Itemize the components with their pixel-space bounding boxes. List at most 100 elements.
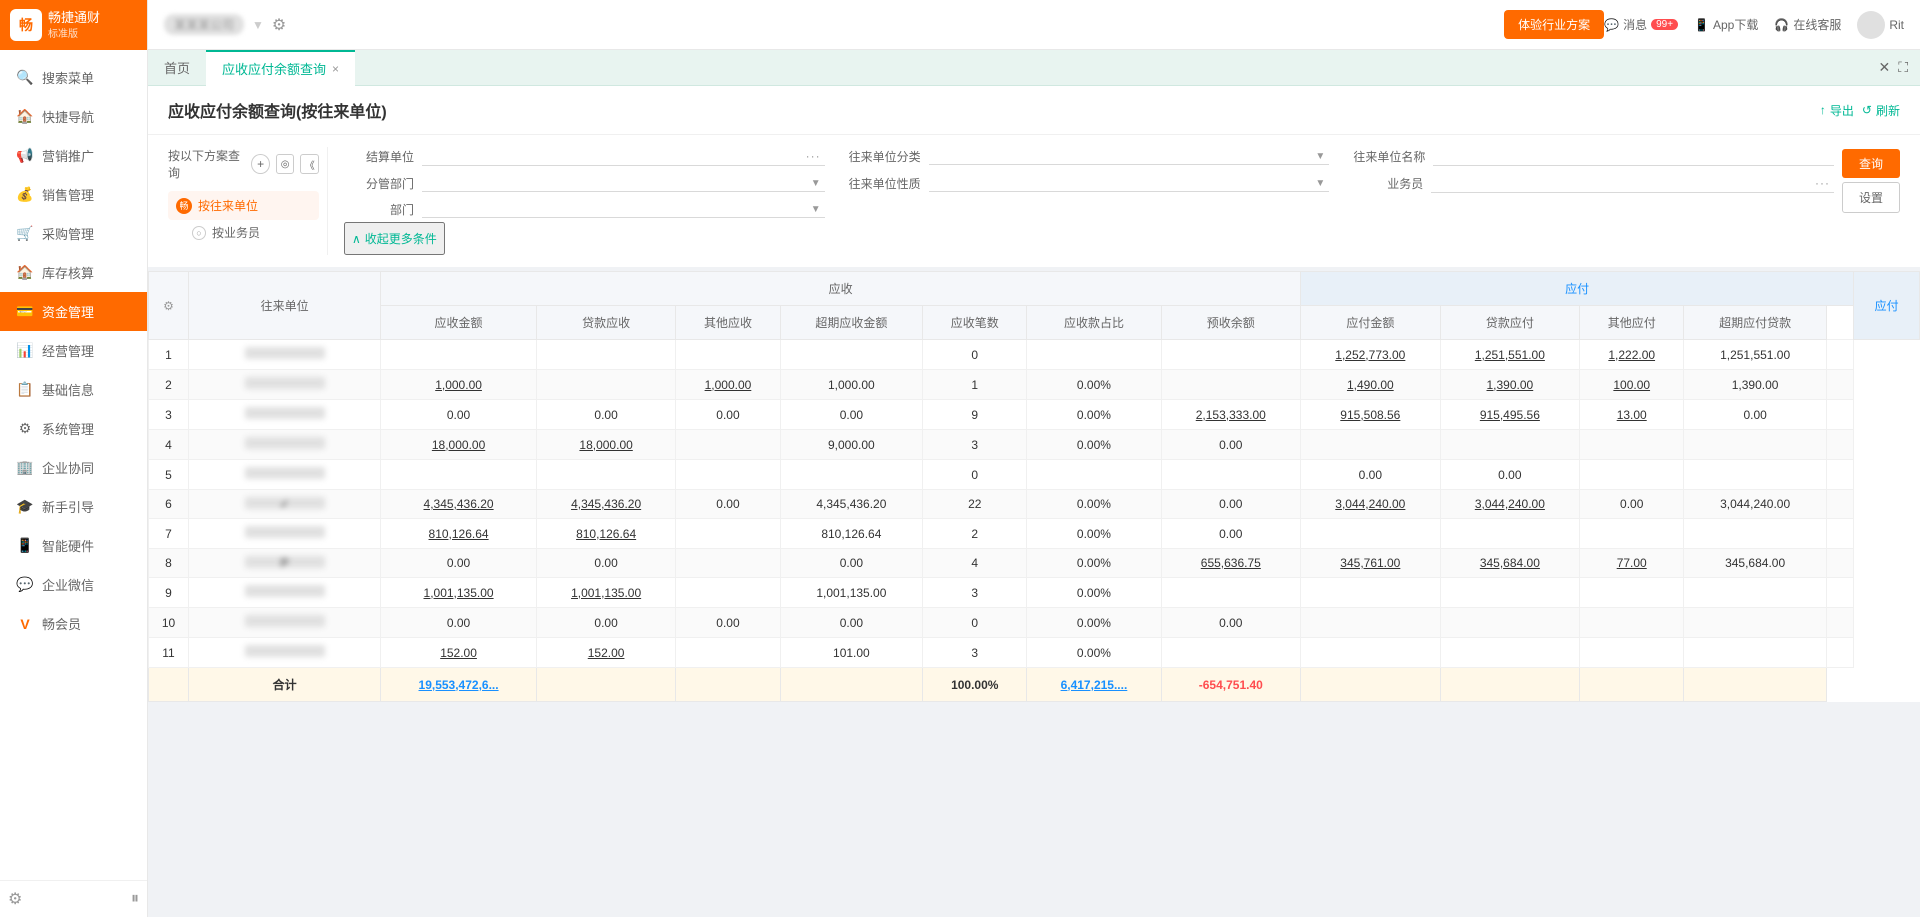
close-window-icon[interactable]: ✕ <box>1878 59 1890 76</box>
filter-collapse-icon[interactable]: 《 <box>300 154 319 174</box>
message-icon: 💬 <box>1604 18 1619 32</box>
sidebar-item-guide-label: 新手引导 <box>42 497 94 516</box>
page-actions: ↑ 导出 ↺ 刷新 <box>1820 102 1900 119</box>
sidebar-item-purchase[interactable]: 🛒 采购管理 <box>0 214 147 253</box>
sidebar-item-quick[interactable]: 🏠 快捷导航 <box>0 97 147 136</box>
scheme-by-unit[interactable]: 畅 按往来单位 <box>168 191 319 220</box>
sidebar-item-inventory[interactable]: 🏠 库存核算 <box>0 253 147 292</box>
filter-area: 按以下方案查询 + ◎ 《 畅 按往来单位 ○ 按业务员 <box>148 135 1920 267</box>
scheme-by-unit-label: 按往来单位 <box>198 197 258 214</box>
query-button[interactable]: 查询 <box>1842 149 1900 178</box>
sidebar-item-hardware-label: 智能硬件 <box>42 536 94 555</box>
th-ap-amount: 应付金额 <box>1301 306 1441 340</box>
table-gear-icon[interactable]: ⚙ <box>163 299 174 313</box>
dept-in-charge-select[interactable]: ▼ <box>422 176 825 192</box>
export-button[interactable]: ↑ 导出 <box>1820 102 1854 119</box>
filter-add-button[interactable]: + <box>251 154 270 174</box>
dept-in-charge-label: 分管部门 <box>344 175 414 192</box>
inventory-icon: 🏠 <box>16 264 34 282</box>
sidebar-collapse-icon[interactable]: ⏸ <box>131 890 139 908</box>
filter-field-dept: 分管部门 ▼ <box>344 175 825 192</box>
salesperson-input[interactable]: ··· <box>1431 174 1834 193</box>
sidebar-item-wechat[interactable]: 💬 企业微信 <box>0 565 147 604</box>
th-ap-overdue: 超期应付贷款 <box>1684 306 1827 340</box>
app-icon: 📱 <box>1694 18 1709 32</box>
sidebar-item-finance[interactable]: 💳 资金管理 <box>0 292 147 331</box>
footer-empty <box>149 668 189 702</box>
footer-ar-ratio: 100.00% <box>923 668 1027 702</box>
th-ar-amount: 应收金额 <box>381 306 537 340</box>
tab-ar-ap[interactable]: 应收应付余额查询 × <box>206 50 355 86</box>
sidebar-item-system-label: 系统管理 <box>42 419 94 438</box>
scheme-by-staff-label: 按业务员 <box>212 224 260 241</box>
th-ar-overdue: 超期应收金额 <box>780 306 923 340</box>
guide-icon: 🎓 <box>16 498 34 516</box>
refresh-icon: ↺ <box>1862 103 1872 117</box>
sidebar-item-corp[interactable]: 🏢 企业协同 <box>0 448 147 487</box>
sidebar-item-marketing[interactable]: 📢 营销推广 <box>0 136 147 175</box>
scheme-staff-icon: ○ <box>192 226 206 240</box>
finance-icon: 💳 <box>16 303 34 321</box>
dept-arrow: ▼ <box>811 178 821 189</box>
sales-icon: 💰 <box>16 186 34 204</box>
filter-field-dept2: 部门 ▼ <box>344 201 825 218</box>
wechat-icon: 💬 <box>16 576 34 594</box>
sidebar-item-hardware[interactable]: 📱 智能硬件 <box>0 526 147 565</box>
app-download-btn[interactable]: 📱 App下载 <box>1694 16 1758 33</box>
sidebar-footer: ⚙ ⏸ <box>0 880 147 917</box>
collapse-more-button[interactable]: ∧ 收起更多条件 <box>344 222 445 255</box>
sidebar-item-system[interactable]: ⚙ 系统管理 <box>0 409 147 448</box>
settlement-unit-input[interactable]: ··· <box>422 147 825 166</box>
salesperson-dots-icon[interactable]: ··· <box>1815 176 1830 190</box>
topbar: 某某某公司 ▼ ⚙ 体验行业方案 💬 消息 99+ 📱 App下载 🎧 <box>148 0 1920 50</box>
topbar-breadcrumb: 某某某公司 ▼ ⚙ <box>164 14 1504 35</box>
message-badge: 99+ <box>1651 19 1678 30</box>
filter-field-unit-name: 往来单位名称 <box>1353 147 1834 166</box>
topbar-settings-btn[interactable]: ⚙ <box>272 15 286 35</box>
sidebar-item-basic[interactable]: 📋 基础信息 <box>0 370 147 409</box>
th-settings[interactable]: ⚙ <box>149 272 189 340</box>
service-icon: 🎧 <box>1774 18 1789 32</box>
unit-name-input[interactable] <box>1433 147 1834 166</box>
settlement-dots-icon[interactable]: ··· <box>806 149 821 163</box>
message-btn[interactable]: 💬 消息 99+ <box>1604 16 1678 33</box>
sidebar-settings-icon[interactable]: ⚙ <box>8 889 22 909</box>
table-row: 101,252,773.001,251,551.001,222.001,251,… <box>149 340 1920 370</box>
online-service-btn[interactable]: 🎧 在线客服 <box>1774 16 1841 33</box>
sidebar-item-sales[interactable]: 💰 销售管理 <box>0 175 147 214</box>
user-name: Rit <box>1889 18 1904 32</box>
sidebar-item-member[interactable]: V 畅会员 <box>0 604 147 643</box>
footer-empty5 <box>1301 668 1441 702</box>
maximize-window-icon[interactable]: ⛶ <box>1898 59 1908 76</box>
sidebar-item-operation[interactable]: 📊 经营管理 <box>0 331 147 370</box>
logo-icon: 畅 <box>10 9 42 41</box>
tab-close-icon[interactable]: × <box>332 62 339 76</box>
solution-button[interactable]: 体验行业方案 <box>1504 10 1604 39</box>
footer-empty8 <box>1684 668 1827 702</box>
user-avatar <box>1857 11 1885 39</box>
unit-category-select[interactable]: ▼ <box>929 149 1330 165</box>
th-ap-loan: 贷款应付 <box>1440 306 1580 340</box>
sidebar-item-search[interactable]: 🔍 搜索菜单 <box>0 58 147 97</box>
sidebar-item-quick-label: 快捷导航 <box>42 107 94 126</box>
sidebar-item-member-label: 畅会员 <box>42 614 81 633</box>
settings-button[interactable]: 设置 <box>1842 182 1900 213</box>
tab-home[interactable]: 首页 <box>148 50 206 86</box>
user-area[interactable]: Rit <box>1857 11 1904 39</box>
unit-category-label: 往来单位分类 <box>849 148 921 165</box>
refresh-button[interactable]: ↺ 刷新 <box>1862 102 1900 119</box>
unit-nature-select[interactable]: ▼ <box>929 176 1330 192</box>
settlement-unit-label: 结算单位 <box>344 148 414 165</box>
th-ar-advance: 预收余额 <box>1161 306 1301 340</box>
page-header: 应收应付余额查询(按往来单位) ↑ 导出 ↺ 刷新 <box>148 86 1920 135</box>
collapse-label: 收起更多条件 <box>365 230 437 247</box>
table-row: 418,000.0018,000.009,000.0030.00%0.00 <box>149 430 1920 460</box>
sidebar-item-search-label: 搜索菜单 <box>42 68 94 87</box>
sidebar-item-guide[interactable]: 🎓 新手引导 <box>0 487 147 526</box>
table-footer-row: 合计 19,553,472,6... 100.00% 6,417,215....… <box>149 668 1920 702</box>
scheme-by-staff[interactable]: ○ 按业务员 <box>168 220 319 245</box>
unit-nature-arrow: ▼ <box>1315 178 1325 189</box>
dept-select[interactable]: ▼ <box>422 202 825 218</box>
filter-settings-icon[interactable]: ◎ <box>276 154 295 174</box>
sidebar-item-wechat-label: 企业微信 <box>42 575 94 594</box>
